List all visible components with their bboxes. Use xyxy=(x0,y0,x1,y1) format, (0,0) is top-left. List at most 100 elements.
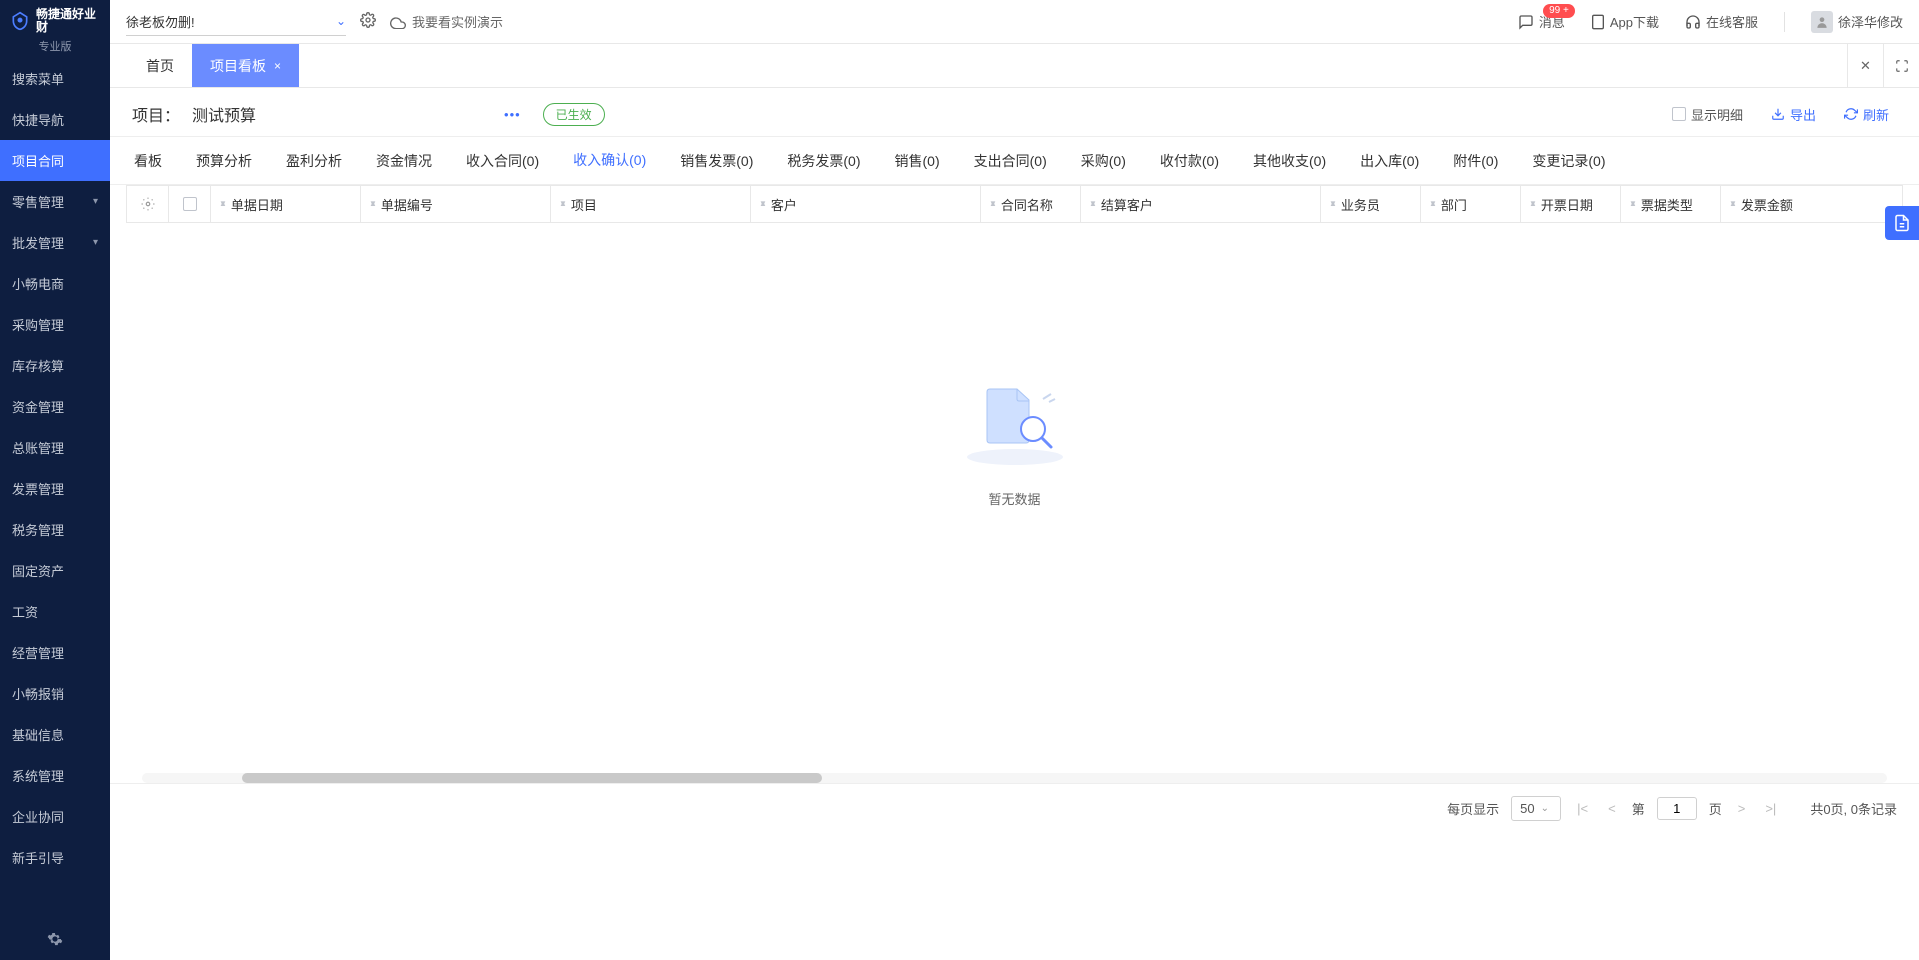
last-page-button[interactable]: >| xyxy=(1761,801,1780,816)
column-label: 合同名称 xyxy=(1001,195,1053,214)
sidebar-item-8[interactable]: 资金管理 xyxy=(0,386,110,427)
page-input[interactable] xyxy=(1657,797,1697,820)
prev-page-button[interactable]: < xyxy=(1604,801,1620,816)
headset-icon xyxy=(1685,14,1701,30)
section-tab-13[interactable]: 出入库(0) xyxy=(1358,137,1421,185)
column-header-0[interactable]: ▲▼单据日期 xyxy=(211,186,361,222)
select-all-checkbox[interactable] xyxy=(169,186,211,222)
column-header-5[interactable]: ▲▼结算客户 xyxy=(1081,186,1321,222)
sidebar-item-10[interactable]: 发票管理 xyxy=(0,468,110,509)
show-detail-toggle[interactable]: 显示明细 xyxy=(1664,105,1751,124)
cloud-icon xyxy=(390,15,406,29)
sidebar-item-9[interactable]: 总账管理 xyxy=(0,427,110,468)
first-page-button[interactable]: |< xyxy=(1573,801,1592,816)
sidebar-item-18[interactable]: 企业协同 xyxy=(0,796,110,837)
section-tab-1[interactable]: 预算分析 xyxy=(194,137,254,185)
next-page-button[interactable]: > xyxy=(1734,801,1750,816)
sidebar-item-13[interactable]: 工资 xyxy=(0,591,110,632)
section-tab-4[interactable]: 收入合同(0) xyxy=(464,137,541,185)
sidebar-item-label: 小畅电商 xyxy=(12,274,64,293)
sidebar-item-label: 税务管理 xyxy=(12,520,64,539)
sidebar-item-6[interactable]: 采购管理 xyxy=(0,304,110,345)
avatar xyxy=(1811,11,1833,33)
sidebar-item-14[interactable]: 经营管理 xyxy=(0,632,110,673)
section-tab-6[interactable]: 销售发票(0) xyxy=(678,137,755,185)
sidebar-item-16[interactable]: 基础信息 xyxy=(0,714,110,755)
logo-icon xyxy=(10,11,30,31)
column-header-6[interactable]: ▲▼业务员 xyxy=(1321,186,1421,222)
page-tab-1[interactable]: 项目看板 × xyxy=(192,44,299,87)
section-tab-3[interactable]: 资金情况 xyxy=(374,137,434,185)
section-tab-8[interactable]: 销售(0) xyxy=(893,137,942,185)
phone-icon xyxy=(1591,14,1605,30)
column-settings-button[interactable] xyxy=(127,186,169,222)
column-header-3[interactable]: ▲▼客户 xyxy=(751,186,981,222)
gear-icon xyxy=(47,931,63,947)
sidebar-item-5[interactable]: 小畅电商 xyxy=(0,263,110,304)
column-header-7[interactable]: ▲▼部门 xyxy=(1421,186,1521,222)
column-header-9[interactable]: ▲▼票据类型 xyxy=(1621,186,1721,222)
sidebar-item-label: 库存核算 xyxy=(12,356,64,375)
column-header-4[interactable]: ▲▼合同名称 xyxy=(981,186,1081,222)
fullscreen-button[interactable] xyxy=(1883,44,1919,88)
column-label: 发票金额 xyxy=(1741,195,1793,214)
sidebar-item-11[interactable]: 税务管理 xyxy=(0,509,110,550)
brand-name: 畅捷通好业财 xyxy=(36,8,100,34)
company-selector[interactable]: 徐老板勿删! ⌄ xyxy=(126,8,346,36)
sidebar-item-15[interactable]: 小畅报销 xyxy=(0,673,110,714)
app-download-button[interactable]: App下载 xyxy=(1585,12,1665,31)
sidebar-item-2[interactable]: 项目合同 xyxy=(0,140,110,181)
sidebar-item-17[interactable]: 系统管理 xyxy=(0,755,110,796)
company-settings-button[interactable] xyxy=(360,12,376,31)
column-label: 开票日期 xyxy=(1541,195,1593,214)
section-tab-7[interactable]: 税务发票(0) xyxy=(785,137,862,185)
sidebar-item-4[interactable]: 批发管理▾ xyxy=(0,222,110,263)
sidebar-item-19[interactable]: 新手引导 xyxy=(0,837,110,878)
sidebar-item-label: 基础信息 xyxy=(12,725,64,744)
user-menu[interactable]: 徐泽华修改 xyxy=(1805,11,1909,33)
sidebar-item-12[interactable]: 固定资产 xyxy=(0,550,110,591)
floating-notes-button[interactable] xyxy=(1885,206,1919,240)
section-tab-15[interactable]: 变更记录(0) xyxy=(1530,137,1607,185)
demo-link[interactable]: 我要看实例演示 xyxy=(390,12,503,31)
section-tab-12[interactable]: 其他收支(0) xyxy=(1251,137,1328,185)
column-header-10[interactable]: ▲▼发票金额 xyxy=(1721,186,1811,222)
scrollbar-thumb[interactable] xyxy=(242,773,822,783)
more-actions-button[interactable]: ••• xyxy=(504,107,521,122)
export-button[interactable]: 导出 xyxy=(1763,105,1824,124)
column-header-8[interactable]: ▲▼开票日期 xyxy=(1521,186,1621,222)
sidebar-item-label: 系统管理 xyxy=(12,766,64,785)
sidebar-item-3[interactable]: 零售管理▾ xyxy=(0,181,110,222)
refresh-button[interactable]: 刷新 xyxy=(1836,105,1897,124)
close-all-tabs-button[interactable]: ✕ xyxy=(1847,44,1883,88)
per-page-select[interactable]: 50 ⌄ xyxy=(1511,796,1561,821)
section-tab-10[interactable]: 采购(0) xyxy=(1079,137,1128,185)
sidebar-item-0[interactable]: 搜索菜单 xyxy=(0,58,110,99)
messages-button[interactable]: 消息 99 + xyxy=(1512,12,1571,31)
message-icon xyxy=(1518,14,1534,30)
sidebar-settings[interactable] xyxy=(0,921,110,960)
demo-link-label: 我要看实例演示 xyxy=(412,12,503,31)
section-tab-5[interactable]: 收入确认(0) xyxy=(571,137,648,185)
page-tab-0[interactable]: 首页 xyxy=(128,44,192,87)
page-tab-label: 项目看板 xyxy=(210,56,266,76)
column-label: 票据类型 xyxy=(1641,195,1693,214)
horizontal-scrollbar[interactable] xyxy=(142,773,1887,783)
close-icon[interactable]: × xyxy=(274,59,281,73)
sidebar-item-7[interactable]: 库存核算 xyxy=(0,345,110,386)
section-tab-11[interactable]: 收付款(0) xyxy=(1158,137,1221,185)
column-label: 单据编号 xyxy=(381,195,433,214)
column-header-1[interactable]: ▲▼单据编号 xyxy=(361,186,551,222)
sidebar-item-1[interactable]: 快捷导航 xyxy=(0,99,110,140)
export-label: 导出 xyxy=(1790,105,1816,124)
customer-service-button[interactable]: 在线客服 xyxy=(1679,12,1764,31)
section-tab-14[interactable]: 附件(0) xyxy=(1451,137,1500,185)
section-tab-9[interactable]: 支出合同(0) xyxy=(972,137,1049,185)
gear-icon xyxy=(141,197,155,211)
project-name[interactable]: 测试预算 xyxy=(192,102,472,126)
column-header-2[interactable]: ▲▼项目 xyxy=(551,186,751,222)
column-label: 项目 xyxy=(571,195,597,214)
section-tab-2[interactable]: 盈利分析 xyxy=(284,137,344,185)
section-tab-0[interactable]: 看板 xyxy=(132,137,164,185)
refresh-label: 刷新 xyxy=(1863,105,1889,124)
